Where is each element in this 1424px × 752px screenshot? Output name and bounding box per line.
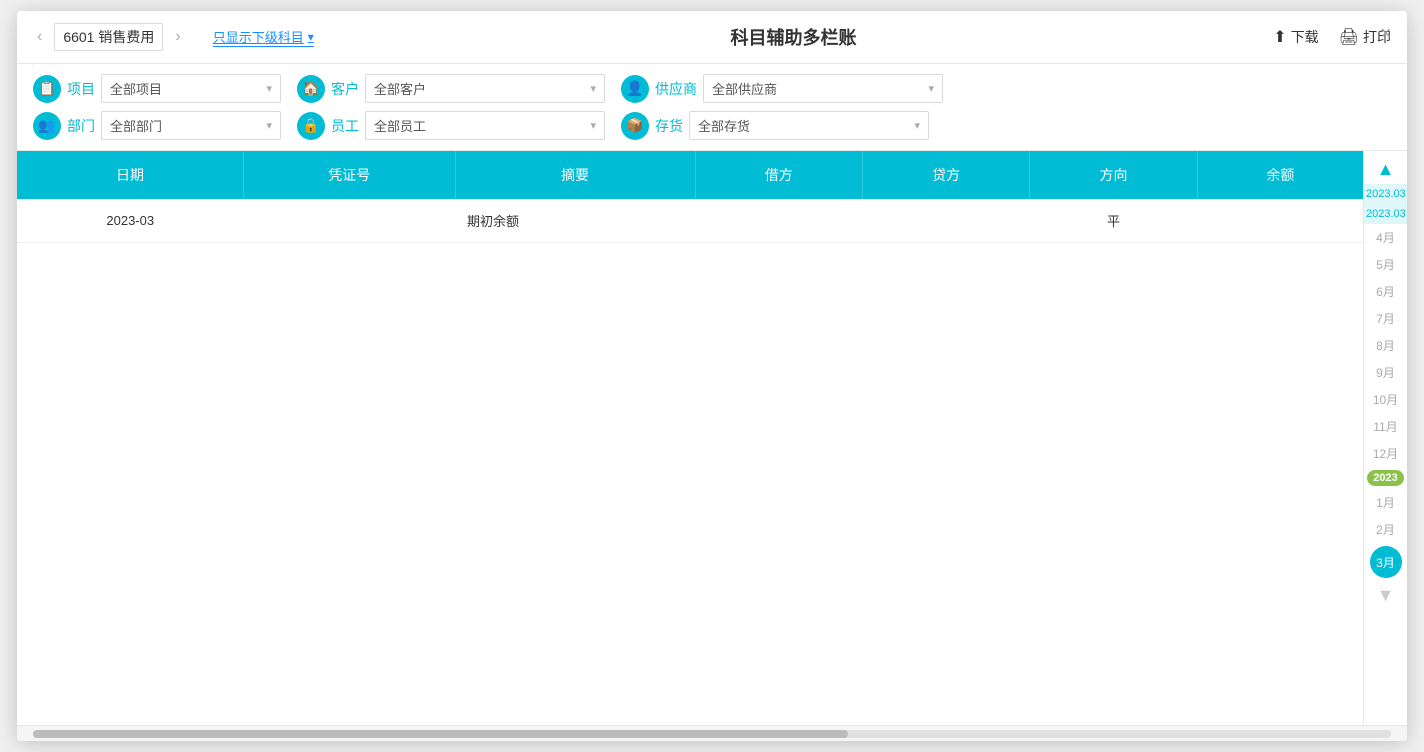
table-row: 2023-03 期初余额 平 bbox=[17, 199, 1363, 243]
col-balance: 余额 bbox=[1197, 151, 1363, 199]
inventory-filter-item: 📦 存货 全部存货 ▾ bbox=[621, 111, 929, 140]
sidebar-down-arrow[interactable]: ▼ bbox=[1373, 581, 1399, 610]
year-2023-badge[interactable]: 2023 bbox=[1367, 470, 1403, 486]
department-select[interactable]: 全部部门 ▾ bbox=[101, 111, 281, 140]
supplier-select-value: 全部供应商 bbox=[712, 79, 777, 98]
month-10[interactable]: 10月 bbox=[1364, 386, 1407, 413]
month-11[interactable]: 11月 bbox=[1364, 413, 1407, 440]
supplier-icon: 👤 bbox=[621, 75, 649, 103]
scrollbar-thumb[interactable] bbox=[33, 730, 848, 738]
supplier-select[interactable]: 全部供应商 ▾ bbox=[703, 74, 943, 103]
account-code-display: 6601 销售费用 bbox=[54, 23, 163, 51]
customer-label: 客户 bbox=[331, 79, 359, 99]
supplier-label: 供应商 bbox=[655, 79, 697, 99]
month-8[interactable]: 8月 bbox=[1364, 332, 1407, 359]
month-4[interactable]: 4月 bbox=[1364, 224, 1407, 251]
month-5[interactable]: 5月 bbox=[1364, 251, 1407, 278]
cell-credit bbox=[862, 199, 1029, 243]
download-icon: ⬆ bbox=[1273, 27, 1286, 47]
header-left: ‹ 6601 销售费用 › 只显示下级科目 ▾ bbox=[33, 23, 314, 51]
department-select-value: 全部部门 bbox=[110, 116, 162, 135]
col-direction: 方向 bbox=[1030, 151, 1197, 199]
project-select-value: 全部项目 bbox=[110, 79, 162, 98]
table-container: 日期 凭证号 摘要 借方 贷方 方向 余额 2023-03 期初余额 bbox=[17, 151, 1363, 725]
cell-debit bbox=[695, 199, 862, 243]
period-2023-03-top[interactable]: 2023.03 bbox=[1364, 184, 1407, 204]
cell-direction: 平 bbox=[1030, 199, 1197, 243]
project-filter-item: 📋 项目 全部项目 ▾ bbox=[33, 74, 281, 103]
project-label: 项目 bbox=[67, 79, 95, 99]
period-2023-03-sub[interactable]: 2023.03 bbox=[1364, 204, 1407, 224]
filter-row-1: 📋 项目 全部项目 ▾ 🏠 客户 全部客户 ▾ 👤 供应商 全部供应 bbox=[33, 74, 1391, 103]
employee-icon: 🔒 bbox=[297, 112, 325, 140]
department-icon: 👥 bbox=[33, 112, 61, 140]
download-button[interactable]: ⬆ 下载 bbox=[1273, 27, 1318, 47]
filter-area: 📋 项目 全部项目 ▾ 🏠 客户 全部客户 ▾ 👤 供应商 全部供应 bbox=[17, 64, 1407, 151]
customer-select-value: 全部客户 bbox=[374, 79, 426, 98]
inventory-select-value: 全部存货 bbox=[698, 116, 750, 135]
department-chevron-icon: ▾ bbox=[266, 119, 272, 132]
show-sub-label: 只显示下级科目 bbox=[213, 27, 304, 46]
employee-select[interactable]: 全部员工 ▾ bbox=[365, 111, 605, 140]
close-button[interactable]: × bbox=[1380, 23, 1391, 44]
month-3-active[interactable]: 3月 bbox=[1370, 546, 1402, 578]
employee-filter-item: 🔒 员工 全部员工 ▾ bbox=[297, 111, 605, 140]
horizontal-scrollbar[interactable] bbox=[17, 725, 1407, 741]
cell-voucher bbox=[243, 199, 455, 243]
customer-chevron-icon: ▾ bbox=[590, 82, 596, 95]
download-label: 下载 bbox=[1291, 27, 1319, 47]
department-label: 部门 bbox=[67, 116, 95, 136]
project-chevron-icon: ▾ bbox=[266, 82, 272, 95]
month-9[interactable]: 9月 bbox=[1364, 359, 1407, 386]
project-icon: 📋 bbox=[33, 75, 61, 103]
department-filter-item: 👥 部门 全部部门 ▾ bbox=[33, 111, 281, 140]
sidebar-up-arrow[interactable]: ▲ bbox=[1373, 155, 1399, 184]
filter-row-2: 👥 部门 全部部门 ▾ 🔒 员工 全部员工 ▾ 📦 存货 全部存货 bbox=[33, 111, 1391, 140]
month-7[interactable]: 7月 bbox=[1364, 305, 1407, 332]
customer-filter-item: 🏠 客户 全部客户 ▾ bbox=[297, 74, 605, 103]
main-modal: ‹ 6601 销售费用 › 只显示下级科目 ▾ 科目辅助多栏账 ⬆ 下载 🖨 打… bbox=[17, 11, 1407, 741]
header: ‹ 6601 销售费用 › 只显示下级科目 ▾ 科目辅助多栏账 ⬆ 下载 🖨 打… bbox=[17, 11, 1407, 64]
inventory-label: 存货 bbox=[655, 116, 683, 136]
page-title: 科目辅助多栏账 bbox=[314, 24, 1274, 50]
ledger-table: 日期 凭证号 摘要 借方 贷方 方向 余额 2023-03 期初余额 bbox=[17, 151, 1363, 243]
col-credit: 贷方 bbox=[862, 151, 1029, 199]
employee-select-value: 全部员工 bbox=[374, 116, 426, 135]
col-voucher: 凭证号 bbox=[243, 151, 455, 199]
supplier-filter-item: 👤 供应商 全部供应商 ▾ bbox=[621, 74, 943, 103]
month-2[interactable]: 2月 bbox=[1364, 516, 1407, 543]
inventory-chevron-icon: ▾ bbox=[914, 119, 920, 132]
cell-summary: 期初余额 bbox=[455, 199, 695, 243]
period-sidebar: ▲ 2023.03 2023.03 4月 5月 6月 7月 8月 9月 10月 … bbox=[1363, 151, 1407, 725]
col-summary: 摘要 bbox=[455, 151, 695, 199]
month-12[interactable]: 12月 bbox=[1364, 440, 1407, 467]
inventory-icon: 📦 bbox=[621, 112, 649, 140]
show-sub-button[interactable]: 只显示下级科目 ▾ bbox=[213, 27, 314, 47]
next-account-button[interactable]: › bbox=[171, 26, 184, 48]
cell-balance bbox=[1197, 199, 1363, 243]
scrollbar-track bbox=[33, 730, 1391, 738]
employee-chevron-icon: ▾ bbox=[590, 119, 596, 132]
supplier-chevron-icon: ▾ bbox=[928, 82, 934, 95]
inventory-select[interactable]: 全部存货 ▾ bbox=[689, 111, 929, 140]
col-debit: 借方 bbox=[695, 151, 862, 199]
month-6[interactable]: 6月 bbox=[1364, 278, 1407, 305]
cell-date: 2023-03 bbox=[17, 199, 243, 243]
header-actions: ⬆ 下载 🖨 打印 bbox=[1273, 27, 1391, 47]
month-1[interactable]: 1月 bbox=[1364, 489, 1407, 516]
prev-account-button[interactable]: ‹ bbox=[33, 26, 46, 48]
col-date: 日期 bbox=[17, 151, 243, 199]
print-icon: 🖨 bbox=[1339, 27, 1359, 47]
customer-select[interactable]: 全部客户 ▾ bbox=[365, 74, 605, 103]
project-select[interactable]: 全部项目 ▾ bbox=[101, 74, 281, 103]
customer-icon: 🏠 bbox=[297, 75, 325, 103]
employee-label: 员工 bbox=[331, 116, 359, 136]
